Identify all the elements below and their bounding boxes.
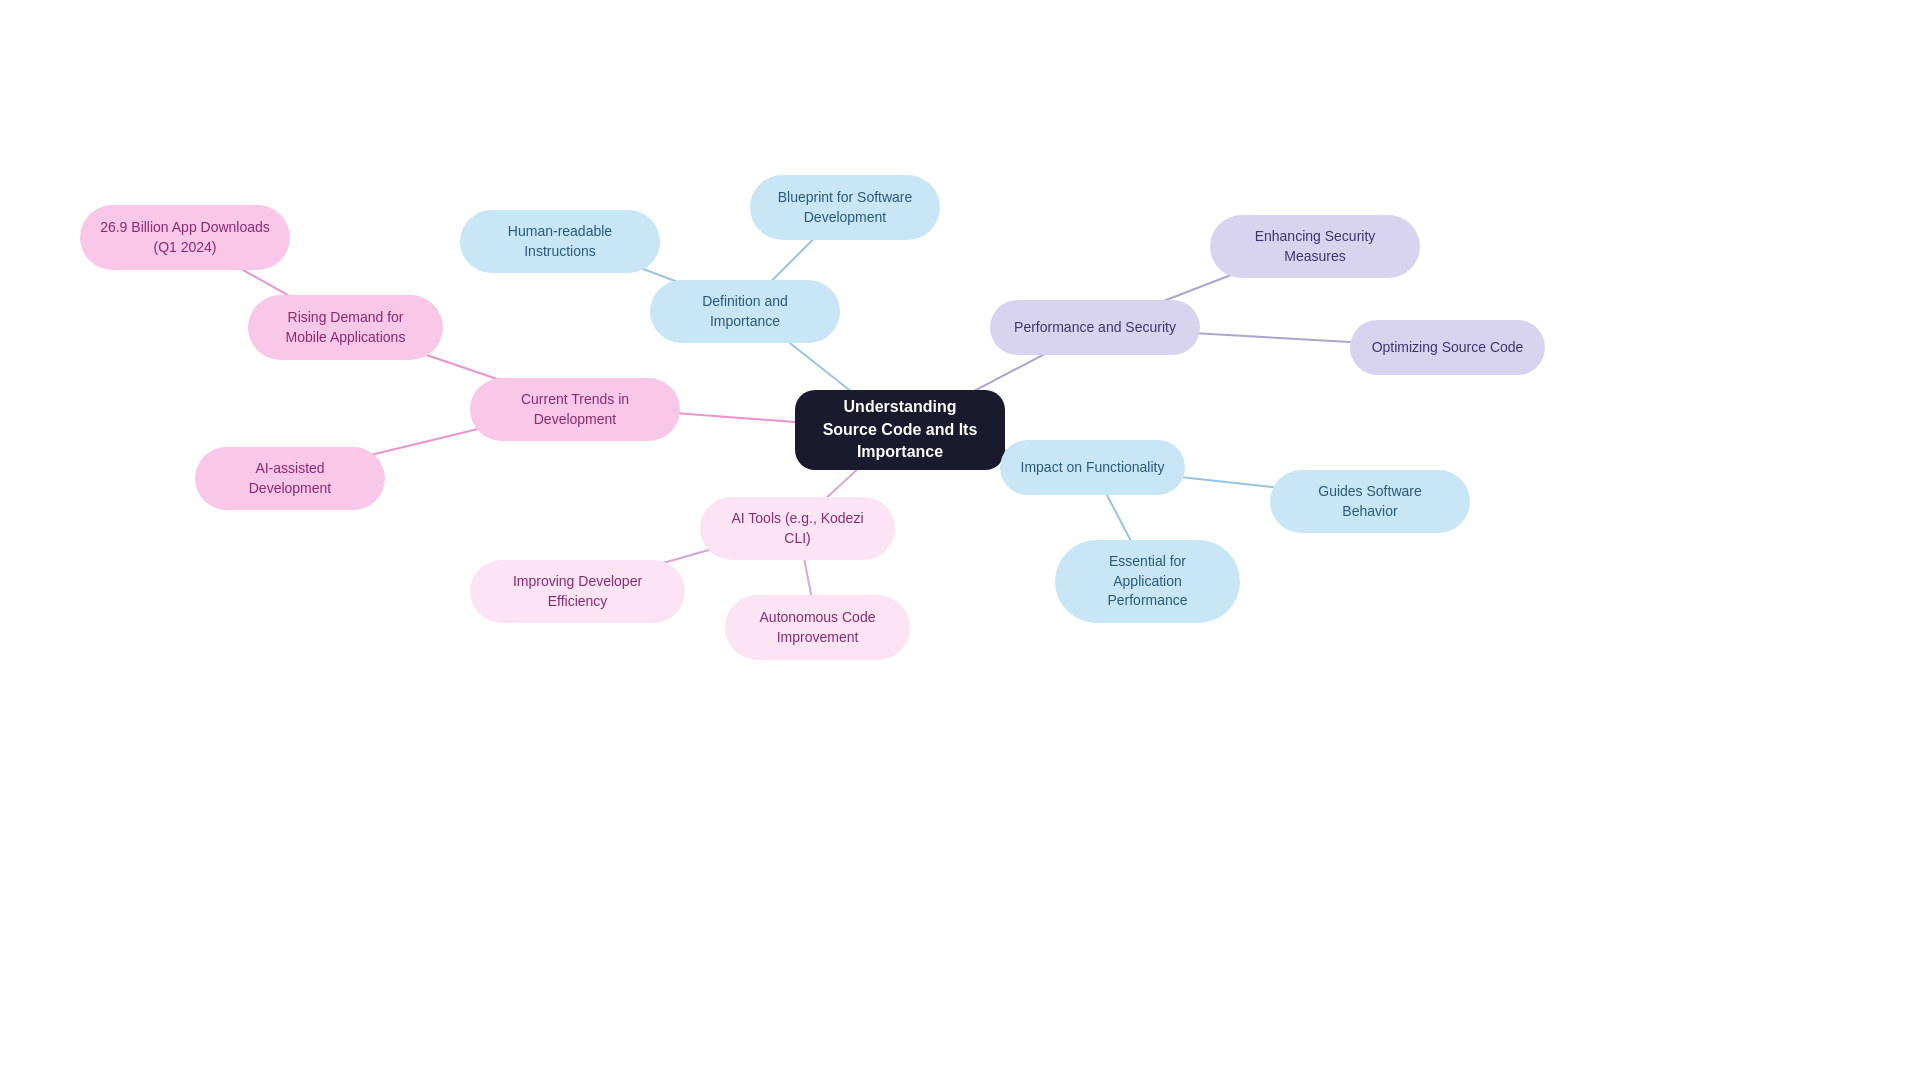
center-node[interactable]: Understanding Source Code and Its Import… [795, 390, 1005, 470]
node-ai-tools[interactable]: AI Tools (e.g., Kodezi CLI) [700, 497, 895, 560]
node-current-trends[interactable]: Current Trends in Development [470, 378, 680, 441]
node-enhancing-security[interactable]: Enhancing Security Measures [1210, 215, 1420, 278]
node-guides[interactable]: Guides Software Behavior [1270, 470, 1470, 533]
node-optimizing[interactable]: Optimizing Source Code [1350, 320, 1545, 375]
node-app-downloads[interactable]: 26.9 Billion App Downloads (Q1 2024) [80, 205, 290, 270]
node-human-readable[interactable]: Human-readable Instructions [460, 210, 660, 273]
node-essential[interactable]: Essential for Application Performance [1055, 540, 1240, 623]
node-impact[interactable]: Impact on Functionality [1000, 440, 1185, 495]
node-autonomous[interactable]: Autonomous Code Improvement [725, 595, 910, 660]
node-rising-demand[interactable]: Rising Demand for Mobile Applications [248, 295, 443, 360]
node-performance-security[interactable]: Performance and Security [990, 300, 1200, 355]
node-definition[interactable]: Definition and Importance [650, 280, 840, 343]
node-blueprint[interactable]: Blueprint for Software Development [750, 175, 940, 240]
connections-svg [0, 0, 1920, 1083]
mindmap-container: Understanding Source Code and Its Import… [0, 0, 1920, 1083]
node-ai-assisted[interactable]: AI-assisted Development [195, 447, 385, 510]
node-improving[interactable]: Improving Developer Efficiency [470, 560, 685, 623]
